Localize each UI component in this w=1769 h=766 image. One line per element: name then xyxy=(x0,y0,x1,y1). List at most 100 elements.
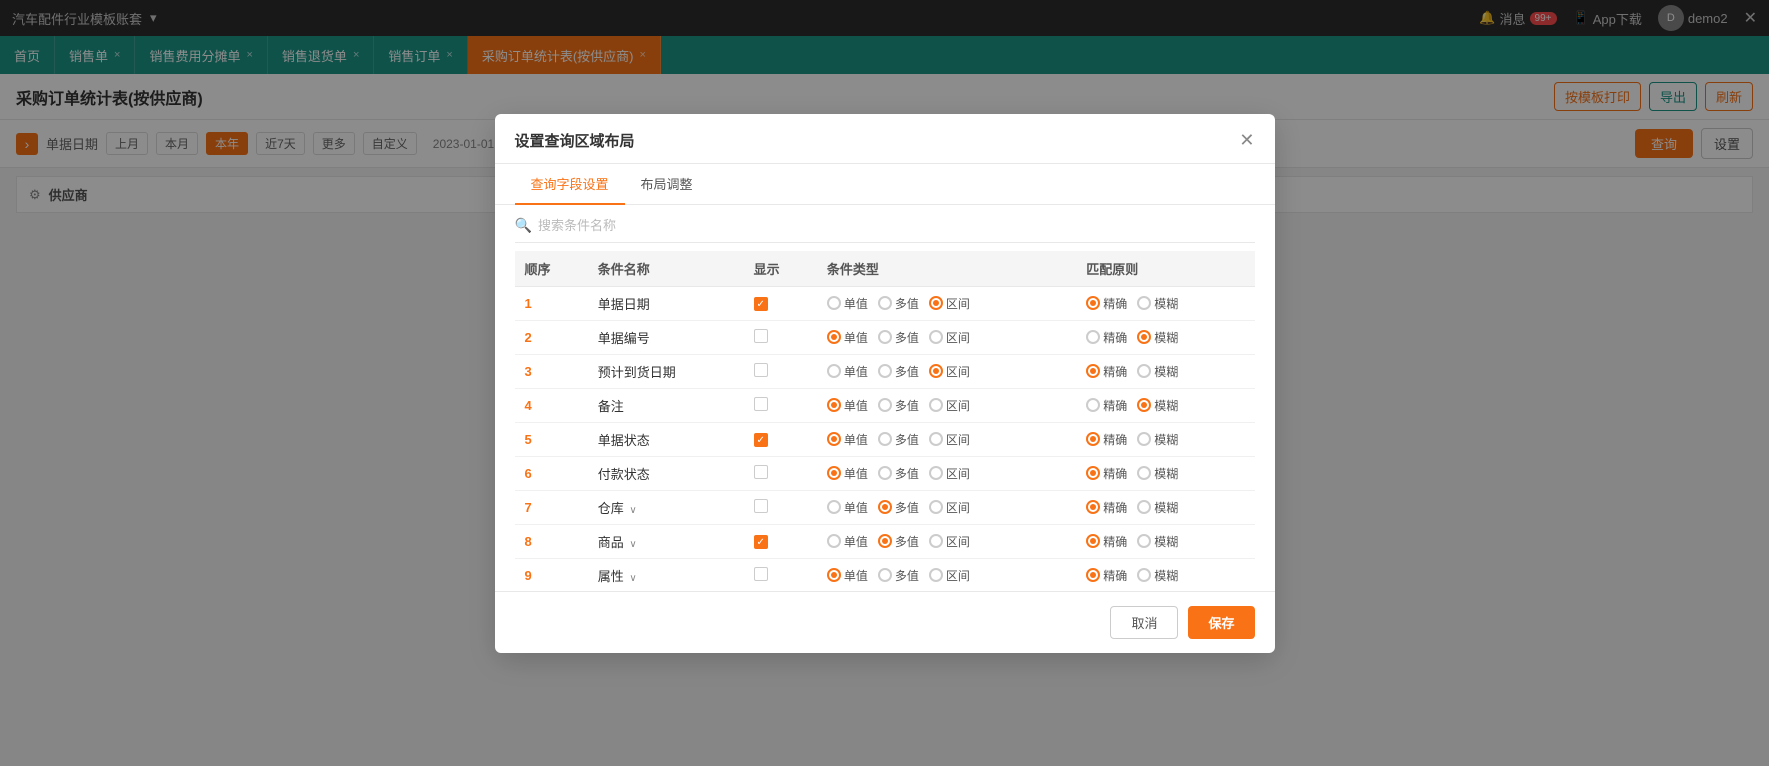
name-dropdown-arrow[interactable]: ∨ xyxy=(629,539,636,550)
type-radio-item[interactable]: 单值 xyxy=(827,329,868,346)
type-radio-item[interactable]: 区间 xyxy=(929,465,970,482)
radio-circle xyxy=(878,398,892,412)
display-checkbox[interactable] xyxy=(754,567,768,581)
name-dropdown-arrow[interactable]: ∨ xyxy=(629,573,636,584)
rule-radio-item[interactable]: 精确 xyxy=(1086,329,1127,346)
cancel-button[interactable]: 取消 xyxy=(1110,606,1178,639)
type-radio-item[interactable]: 单值 xyxy=(827,363,868,380)
display-checkbox[interactable] xyxy=(754,363,768,377)
type-radio-item[interactable]: 区间 xyxy=(929,533,970,550)
row-display[interactable] xyxy=(744,320,817,354)
display-checkbox[interactable]: ✓ xyxy=(754,297,768,311)
type-radio-item[interactable]: 单值 xyxy=(827,567,868,584)
rule-radio-item[interactable]: 模糊 xyxy=(1137,465,1178,482)
type-radio-item[interactable]: 区间 xyxy=(929,295,970,312)
radio-label: 多值 xyxy=(895,329,919,346)
radio-circle xyxy=(1086,398,1100,412)
type-radio-item[interactable]: 多值 xyxy=(878,567,919,584)
row-display[interactable] xyxy=(744,490,817,524)
rule-radio-item[interactable]: 模糊 xyxy=(1137,329,1178,346)
rule-radio-item[interactable]: 模糊 xyxy=(1137,363,1178,380)
name-dropdown-arrow[interactable]: ∨ xyxy=(629,505,636,516)
row-order: 3 xyxy=(515,354,588,388)
rule-radio-item[interactable]: 模糊 xyxy=(1137,397,1178,414)
radio-circle xyxy=(1086,296,1100,310)
row-display[interactable]: ✓ xyxy=(744,286,817,320)
type-radio-item[interactable]: 多值 xyxy=(878,499,919,516)
radio-label: 单值 xyxy=(844,499,868,516)
type-radio-item[interactable]: 多值 xyxy=(878,533,919,550)
table-row: 6付款状态单值多值区间精确模糊 xyxy=(515,456,1255,490)
row-display[interactable]: ✓ xyxy=(744,422,817,456)
radio-label: 模糊 xyxy=(1154,431,1178,448)
rule-radio-item[interactable]: 模糊 xyxy=(1137,499,1178,516)
row-display[interactable] xyxy=(744,456,817,490)
modal-overlay: 设置查询区域布局 ✕ 查询字段设置 布局调整 🔍 顺序 条件名称 xyxy=(0,0,1769,766)
radio-circle xyxy=(878,568,892,582)
row-display[interactable] xyxy=(744,354,817,388)
type-radio-item[interactable]: 单值 xyxy=(827,533,868,550)
rule-radio-item[interactable]: 精确 xyxy=(1086,431,1127,448)
tab-layout-adjust[interactable]: 布局调整 xyxy=(625,164,709,205)
display-checkbox[interactable] xyxy=(754,499,768,513)
rule-radio-item[interactable]: 精确 xyxy=(1086,397,1127,414)
type-radio-item[interactable]: 区间 xyxy=(929,397,970,414)
type-radio-item[interactable]: 多值 xyxy=(878,329,919,346)
rule-radio-item[interactable]: 模糊 xyxy=(1137,431,1178,448)
rule-radio-group: 精确模糊 xyxy=(1086,397,1244,414)
type-radio-item[interactable]: 区间 xyxy=(929,567,970,584)
save-button[interactable]: 保存 xyxy=(1188,606,1254,639)
row-order: 2 xyxy=(515,320,588,354)
display-checkbox[interactable]: ✓ xyxy=(754,535,768,549)
type-radio-item[interactable]: 多值 xyxy=(878,431,919,448)
type-radio-item[interactable]: 多值 xyxy=(878,363,919,380)
row-display[interactable] xyxy=(744,388,817,422)
rule-radio-item[interactable]: 精确 xyxy=(1086,295,1127,312)
type-radio-item[interactable]: 多值 xyxy=(878,295,919,312)
row-type: 单值多值区间 xyxy=(817,524,1076,558)
radio-label: 多值 xyxy=(895,397,919,414)
row-display[interactable]: ✓ xyxy=(744,524,817,558)
display-checkbox[interactable] xyxy=(754,465,768,479)
rule-radio-item[interactable]: 精确 xyxy=(1086,567,1127,584)
type-radio-item[interactable]: 单值 xyxy=(827,295,868,312)
type-radio-item[interactable]: 区间 xyxy=(929,499,970,516)
row-rule: 精确 模糊 xyxy=(1076,320,1254,354)
tab-query-fields[interactable]: 查询字段设置 xyxy=(515,164,625,205)
radio-label: 单值 xyxy=(844,329,868,346)
row-order: 4 xyxy=(515,388,588,422)
radio-circle xyxy=(878,364,892,378)
radio-circle xyxy=(878,500,892,514)
rule-radio-item[interactable]: 模糊 xyxy=(1137,567,1178,584)
row-rule: 精确模糊 xyxy=(1076,490,1254,524)
type-radio-item[interactable]: 区间 xyxy=(929,363,970,380)
rule-radio-item[interactable]: 精确 xyxy=(1086,363,1127,380)
radio-circle xyxy=(929,500,943,514)
type-radio-item[interactable]: 区间 xyxy=(929,329,970,346)
type-radio-item[interactable]: 单值 xyxy=(827,499,868,516)
display-checkbox[interactable] xyxy=(754,397,768,411)
search-input[interactable] xyxy=(538,218,738,233)
type-radio-item[interactable]: 单值 xyxy=(827,431,868,448)
table-row: 7仓库 ∨单值多值区间精确模糊 xyxy=(515,490,1255,524)
type-radio-item[interactable]: 区间 xyxy=(929,431,970,448)
display-checkbox[interactable] xyxy=(754,329,768,343)
display-checkbox[interactable]: ✓ xyxy=(754,433,768,447)
type-radio-item[interactable]: 单值 xyxy=(827,397,868,414)
rule-radio-item[interactable]: 模糊 xyxy=(1137,533,1178,550)
rule-radio-item[interactable]: 精确 xyxy=(1086,499,1127,516)
type-radio-item[interactable]: 多值 xyxy=(878,465,919,482)
rule-radio-item[interactable]: 模糊 xyxy=(1137,295,1178,312)
radio-circle xyxy=(1137,432,1151,446)
type-radio-item[interactable]: 单值 xyxy=(827,465,868,482)
rule-radio-item[interactable]: 精确 xyxy=(1086,533,1127,550)
radio-label: 模糊 xyxy=(1154,329,1178,346)
dialog-close-button[interactable]: ✕ xyxy=(1239,131,1254,149)
col-header-display: 显示 xyxy=(744,251,817,287)
radio-label: 模糊 xyxy=(1154,533,1178,550)
radio-circle xyxy=(1086,568,1100,582)
row-display[interactable] xyxy=(744,558,817,591)
rule-radio-item[interactable]: 精确 xyxy=(1086,465,1127,482)
radio-circle xyxy=(929,534,943,548)
type-radio-item[interactable]: 多值 xyxy=(878,397,919,414)
